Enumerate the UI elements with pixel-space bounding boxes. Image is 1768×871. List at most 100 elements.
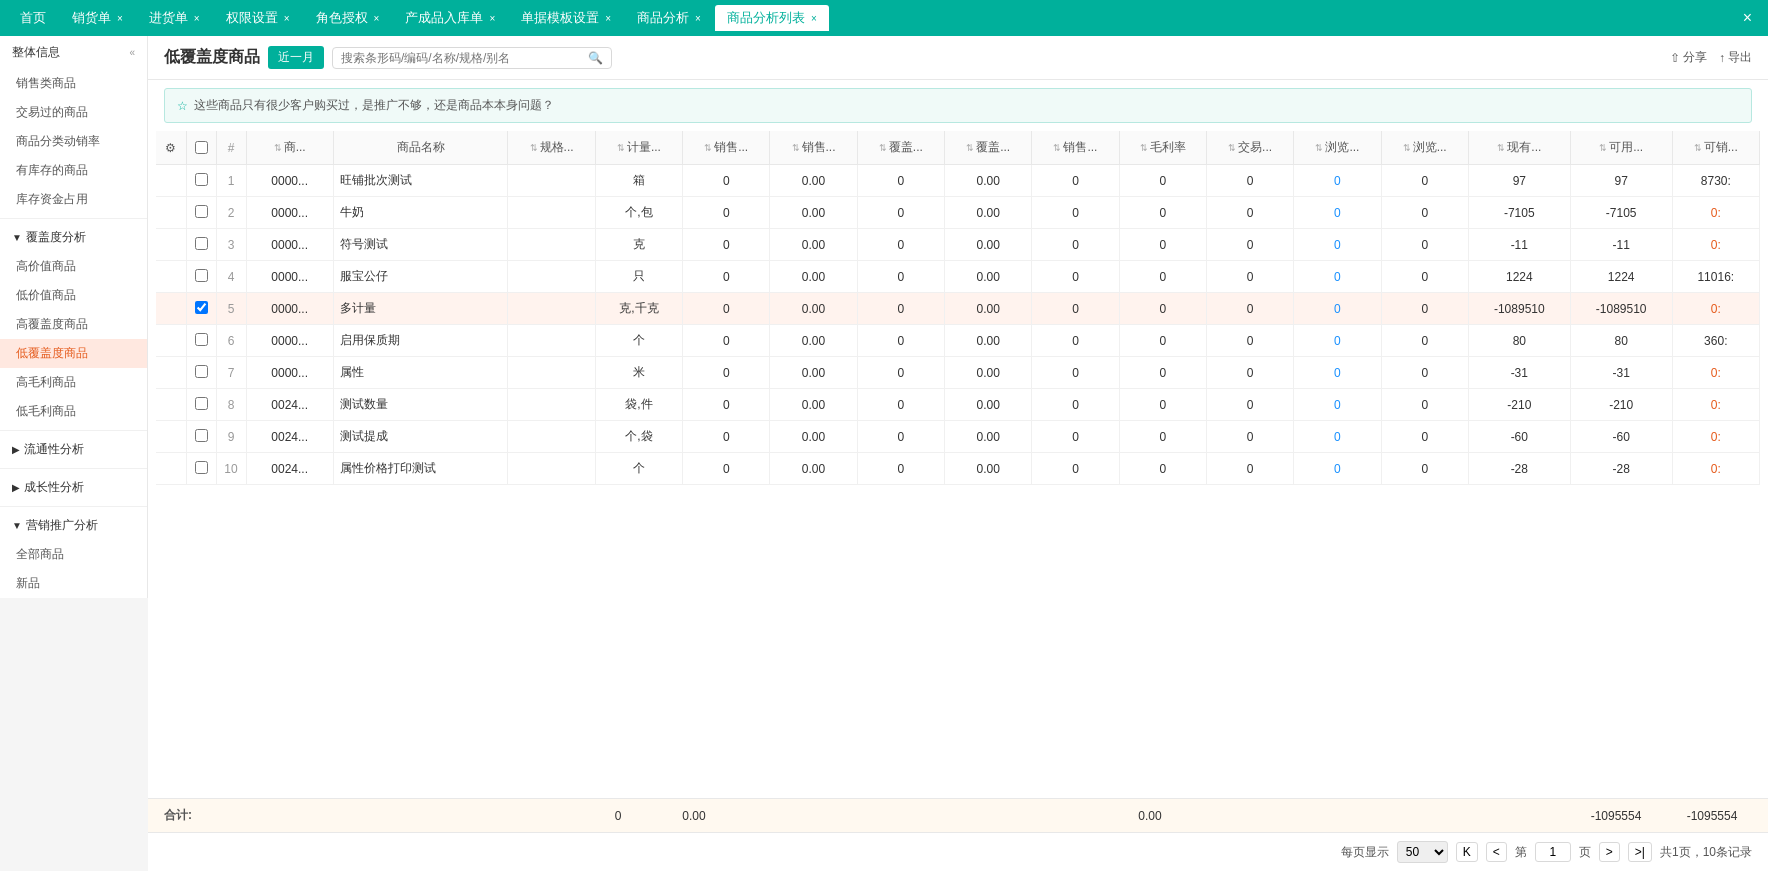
- sidebar-item-stock-capital[interactable]: 库存资金占用: [0, 185, 147, 214]
- share-button[interactable]: ⇧ 分享: [1670, 49, 1707, 66]
- th-code[interactable]: ⇅商...: [246, 131, 333, 165]
- sidebar-item-category-sales-rate[interactable]: 商品分类动销率: [0, 127, 147, 156]
- sidebar-item-high-margin[interactable]: 高毛利商品: [0, 368, 147, 397]
- cell-checkbox[interactable]: [186, 357, 216, 389]
- time-filter-button[interactable]: 近一月: [268, 46, 324, 69]
- sidebar-marketing-header[interactable]: ▼ 营销推广分析: [0, 511, 147, 540]
- window-close-button[interactable]: ×: [1735, 9, 1760, 27]
- cell-browse1[interactable]: 0: [1294, 293, 1381, 325]
- th-sales-amt[interactable]: ⇅销售...: [770, 131, 857, 165]
- nav-purchase-order[interactable]: 进货单 ×: [137, 5, 212, 31]
- sidebar-coverage-header[interactable]: ▼ 覆盖度分析: [0, 223, 147, 252]
- cell-checkbox[interactable]: [186, 325, 216, 357]
- th-available-stock[interactable]: ⇅可用...: [1570, 131, 1672, 165]
- nav-role-auth[interactable]: 角色授权 ×: [304, 5, 392, 31]
- close-icon[interactable]: ×: [811, 13, 817, 24]
- row-checkbox[interactable]: [195, 173, 208, 186]
- th-spec[interactable]: ⇅规格...: [508, 131, 595, 165]
- sidebar-item-high-value[interactable]: 高价值商品: [0, 252, 147, 281]
- cell-checkbox[interactable]: [186, 229, 216, 261]
- close-icon[interactable]: ×: [117, 13, 123, 24]
- th-coverage1[interactable]: ⇅覆盖...: [857, 131, 944, 165]
- cell-checkbox[interactable]: [186, 197, 216, 229]
- row-checkbox[interactable]: [195, 269, 208, 282]
- page-number-input[interactable]: [1535, 842, 1571, 862]
- close-icon[interactable]: ×: [194, 13, 200, 24]
- nav-product-analysis-list[interactable]: 商品分析列表 ×: [715, 5, 829, 31]
- row-checkbox[interactable]: [195, 461, 208, 474]
- th-gross-margin[interactable]: ⇅毛利率: [1119, 131, 1206, 165]
- page-size-select[interactable]: 50 10 20 100: [1397, 841, 1448, 863]
- close-icon[interactable]: ×: [605, 13, 611, 24]
- cell-browse1[interactable]: 0: [1294, 197, 1381, 229]
- table-container[interactable]: ⚙ # ⇅商... 商品名称 ⇅规格... ⇅计量... ⇅销售... ⇅销售.…: [156, 131, 1760, 798]
- sidebar-item-low-value[interactable]: 低价值商品: [0, 281, 147, 310]
- first-page-button[interactable]: K: [1456, 842, 1478, 862]
- cell-browse1[interactable]: 0: [1294, 165, 1381, 197]
- sidebar-growth-header[interactable]: ▶ 成长性分析: [0, 473, 147, 502]
- sidebar-item-traded-goods[interactable]: 交易过的商品: [0, 98, 147, 127]
- cell-checkbox[interactable]: [186, 165, 216, 197]
- nav-sales-order[interactable]: 销货单 ×: [60, 5, 135, 31]
- cell-browse1[interactable]: 0: [1294, 229, 1381, 261]
- sidebar-item-sales-goods[interactable]: 销售类商品: [0, 69, 147, 98]
- nav-home[interactable]: 首页: [8, 5, 58, 31]
- cell-browse1[interactable]: 0: [1294, 421, 1381, 453]
- th-sellable[interactable]: ⇅可销...: [1672, 131, 1759, 165]
- select-all-checkbox[interactable]: [195, 141, 208, 154]
- row-checkbox[interactable]: [195, 429, 208, 442]
- th-sales-qty[interactable]: ⇅销售...: [683, 131, 770, 165]
- th-transaction[interactable]: ⇅交易...: [1206, 131, 1293, 165]
- th-coverage2[interactable]: ⇅覆盖...: [945, 131, 1032, 165]
- nav-template-settings[interactable]: 单据模板设置 ×: [509, 5, 623, 31]
- cell-browse1[interactable]: 0: [1294, 389, 1381, 421]
- sidebar-item-low-coverage[interactable]: 低覆盖度商品: [0, 339, 147, 368]
- cell-checkbox[interactable]: [186, 453, 216, 485]
- cell-browse1[interactable]: 0: [1294, 325, 1381, 357]
- sidebar-item-high-coverage[interactable]: 高覆盖度商品: [0, 310, 147, 339]
- row-checkbox[interactable]: [195, 301, 208, 314]
- cell-browse1[interactable]: 0: [1294, 453, 1381, 485]
- prev-page-button[interactable]: <: [1486, 842, 1507, 862]
- cell-sales-ratio: 0: [1032, 421, 1119, 453]
- cell-transaction: 0: [1206, 453, 1293, 485]
- row-checkbox[interactable]: [195, 237, 208, 250]
- row-checkbox[interactable]: [195, 205, 208, 218]
- nav-permission-settings[interactable]: 权限设置 ×: [214, 5, 302, 31]
- search-box[interactable]: 🔍: [332, 47, 612, 69]
- cell-browse1[interactable]: 0: [1294, 357, 1381, 389]
- th-browse2[interactable]: ⇅浏览...: [1381, 131, 1468, 165]
- sidebar-flow-header[interactable]: ▶ 流通性分析: [0, 435, 147, 464]
- th-sales-ratio[interactable]: ⇅销售...: [1032, 131, 1119, 165]
- sidebar-item-low-margin[interactable]: 低毛利商品: [0, 397, 147, 426]
- cell-checkbox[interactable]: [186, 421, 216, 453]
- cell-sales-ratio: 0: [1032, 453, 1119, 485]
- close-icon[interactable]: ×: [695, 13, 701, 24]
- next-page-button[interactable]: >: [1599, 842, 1620, 862]
- close-icon[interactable]: ×: [284, 13, 290, 24]
- sidebar-item-all-goods[interactable]: 全部商品: [0, 540, 147, 569]
- last-page-button[interactable]: >|: [1628, 842, 1652, 862]
- sidebar-overall-header[interactable]: 整体信息 «: [0, 36, 147, 69]
- row-checkbox[interactable]: [195, 397, 208, 410]
- close-icon[interactable]: ×: [374, 13, 380, 24]
- sidebar-item-stocked-goods[interactable]: 有库存的商品: [0, 156, 147, 185]
- th-current-stock[interactable]: ⇅现有...: [1468, 131, 1570, 165]
- sidebar-item-new-goods[interactable]: 新品: [0, 569, 147, 598]
- nav-product-analysis[interactable]: 商品分析 ×: [625, 5, 713, 31]
- row-checkbox[interactable]: [195, 333, 208, 346]
- row-checkbox[interactable]: [195, 365, 208, 378]
- nav-product-entry[interactable]: 产成品入库单 ×: [393, 5, 507, 31]
- close-icon[interactable]: ×: [489, 13, 495, 24]
- th-unit[interactable]: ⇅计量...: [595, 131, 682, 165]
- cell-browse1[interactable]: 0: [1294, 261, 1381, 293]
- search-input[interactable]: [341, 51, 584, 65]
- export-button[interactable]: ↑ 导出: [1719, 49, 1752, 66]
- th-name[interactable]: 商品名称: [333, 131, 508, 165]
- th-checkbox[interactable]: [186, 131, 216, 165]
- cell-checkbox[interactable]: [186, 389, 216, 421]
- th-gear[interactable]: ⚙: [156, 131, 186, 165]
- cell-checkbox[interactable]: [186, 293, 216, 325]
- th-browse1[interactable]: ⇅浏览...: [1294, 131, 1381, 165]
- cell-checkbox[interactable]: [186, 261, 216, 293]
